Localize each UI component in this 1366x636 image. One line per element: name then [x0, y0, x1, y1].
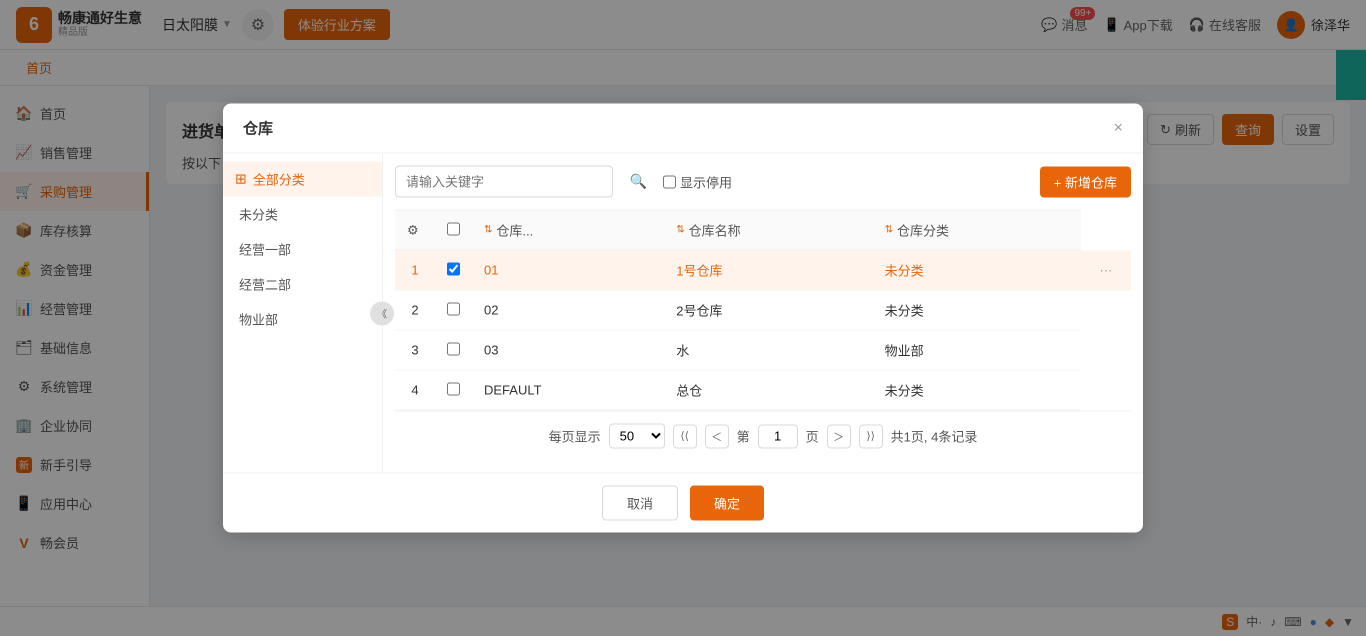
col-cat-label: 仓库分类 [897, 221, 949, 240]
col-category[interactable]: ⇅ 仓库分类 [873, 210, 1081, 250]
page-unit: 页 [806, 427, 819, 446]
row-num: 2 [395, 290, 435, 330]
next-page-button[interactable]: ＞ [827, 424, 851, 448]
category-item-3[interactable]: 物业部 [223, 302, 382, 337]
table-panel: 🔍 显示停用 + 新增仓库 ⚙ [383, 154, 1143, 473]
category-item-1[interactable]: 经营一部 [223, 232, 382, 267]
table-row[interactable]: 4 DEFAULT 总仓 未分类 [395, 370, 1131, 410]
row-code: 03 [472, 330, 664, 370]
page-number-input[interactable] [758, 424, 798, 448]
first-page-button[interactable]: ⟨⟨ [673, 424, 697, 448]
table-header-row: ⚙ ⇅ 仓库... ⇅ 仓库名称 [395, 210, 1131, 250]
row-checkbox[interactable] [447, 302, 460, 315]
table-body: 1 01 1号仓库 未分类 ··· 2 02 2号仓库 未分类 3 03 水 物… [395, 250, 1131, 410]
row-category: 未分类 [873, 250, 1081, 290]
modal-title: 仓库 [243, 118, 273, 139]
page-label: 第 [737, 427, 750, 446]
row-checkbox-cell[interactable] [435, 370, 472, 410]
category-item-0[interactable]: 未分类 [223, 197, 382, 232]
modal-body: ⊞ 全部分类 未分类 经营一部 经营二部 物业部 《 🔍 显示停用 [223, 154, 1143, 473]
row-checkbox-cell[interactable] [435, 330, 472, 370]
show-disabled-wrap: 显示停用 [663, 172, 732, 191]
row-name: 水 [664, 330, 872, 370]
table-head: ⚙ ⇅ 仓库... ⇅ 仓库名称 [395, 210, 1131, 250]
category-all-label: 全部分类 [253, 170, 305, 189]
row-actions[interactable]: ··· [1081, 250, 1131, 290]
add-warehouse-button[interactable]: + 新增仓库 [1040, 166, 1131, 197]
row-code: 02 [472, 290, 664, 330]
row-category: 未分类 [873, 290, 1081, 330]
table-wrap: ⚙ ⇅ 仓库... ⇅ 仓库名称 [395, 210, 1131, 411]
row-name: 总仓 [664, 370, 872, 410]
table-row[interactable]: 2 02 2号仓库 未分类 [395, 290, 1131, 330]
cancel-button[interactable]: 取消 [602, 486, 678, 521]
sort-icon-code: ⇅ [484, 225, 492, 236]
per-page-label: 每页显示 [549, 427, 601, 446]
confirm-button[interactable]: 确定 [690, 486, 764, 521]
row-name: 1号仓库 [664, 250, 872, 290]
table-row[interactable]: 1 01 1号仓库 未分类 ··· [395, 250, 1131, 290]
search-input[interactable] [395, 166, 613, 198]
warehouse-modal: 仓库 × ⊞ 全部分类 未分类 经营一部 经营二部 物业部 《 🔍 [223, 104, 1143, 533]
row-checkbox-cell[interactable] [435, 290, 472, 330]
table-toolbar: 🔍 显示停用 + 新增仓库 [395, 166, 1131, 198]
search-wrap: 🔍 [395, 166, 655, 198]
row-name: 2号仓库 [664, 290, 872, 330]
sort-icon-cat: ⇅ [885, 225, 893, 236]
show-disabled-checkbox[interactable] [663, 175, 676, 188]
category-panel: ⊞ 全部分类 未分类 经营一部 经营二部 物业部 《 [223, 154, 383, 473]
row-checkbox-cell[interactable] [435, 250, 472, 290]
col-name-label: 仓库名称 [689, 221, 741, 240]
grid-icon: ⊞ [235, 171, 247, 188]
last-page-button[interactable]: ⟩⟩ [859, 424, 883, 448]
select-all-checkbox[interactable] [447, 222, 460, 235]
col-name[interactable]: ⇅ 仓库名称 [664, 210, 872, 250]
row-num: 3 [395, 330, 435, 370]
row-code: 01 [472, 250, 664, 290]
row-num: 1 [395, 250, 435, 290]
sort-icon-name: ⇅ [676, 225, 684, 236]
row-checkbox[interactable] [447, 342, 460, 355]
category-all[interactable]: ⊞ 全部分类 [223, 162, 382, 197]
modal-footer: 取消 确定 [223, 473, 1143, 533]
row-code: DEFAULT [472, 370, 664, 410]
table-row[interactable]: 3 03 水 物业部 [395, 330, 1131, 370]
row-checkbox[interactable] [447, 382, 460, 395]
per-page-select[interactable]: 50 10 20 100 [609, 424, 665, 449]
row-checkbox[interactable] [447, 262, 460, 275]
total-text: 共1页, 4条记录 [891, 427, 978, 446]
row-category: 未分类 [873, 370, 1081, 410]
modal-close-button[interactable]: × [1114, 119, 1123, 137]
col-code-label: 仓库... [496, 221, 533, 240]
prev-page-button[interactable]: ＜ [705, 424, 729, 448]
panel-collapse-button[interactable]: 《 [370, 301, 394, 325]
category-item-2[interactable]: 经营二部 [223, 267, 382, 302]
row-category: 物业部 [873, 330, 1081, 370]
col-checkbox-all[interactable] [435, 210, 472, 250]
col-settings[interactable]: ⚙ [395, 210, 435, 250]
row-num: 4 [395, 370, 435, 410]
pagination: 每页显示 50 10 20 100 ⟨⟨ ＜ 第 页 ＞ ⟩⟩ 共1页, 4条记… [395, 411, 1131, 461]
show-disabled-label: 显示停用 [680, 172, 732, 191]
warehouse-table: ⚙ ⇅ 仓库... ⇅ 仓库名称 [395, 210, 1131, 411]
modal-header: 仓库 × [223, 104, 1143, 154]
col-code[interactable]: ⇅ 仓库... [472, 210, 664, 250]
search-icon: 🔍 [630, 173, 647, 190]
